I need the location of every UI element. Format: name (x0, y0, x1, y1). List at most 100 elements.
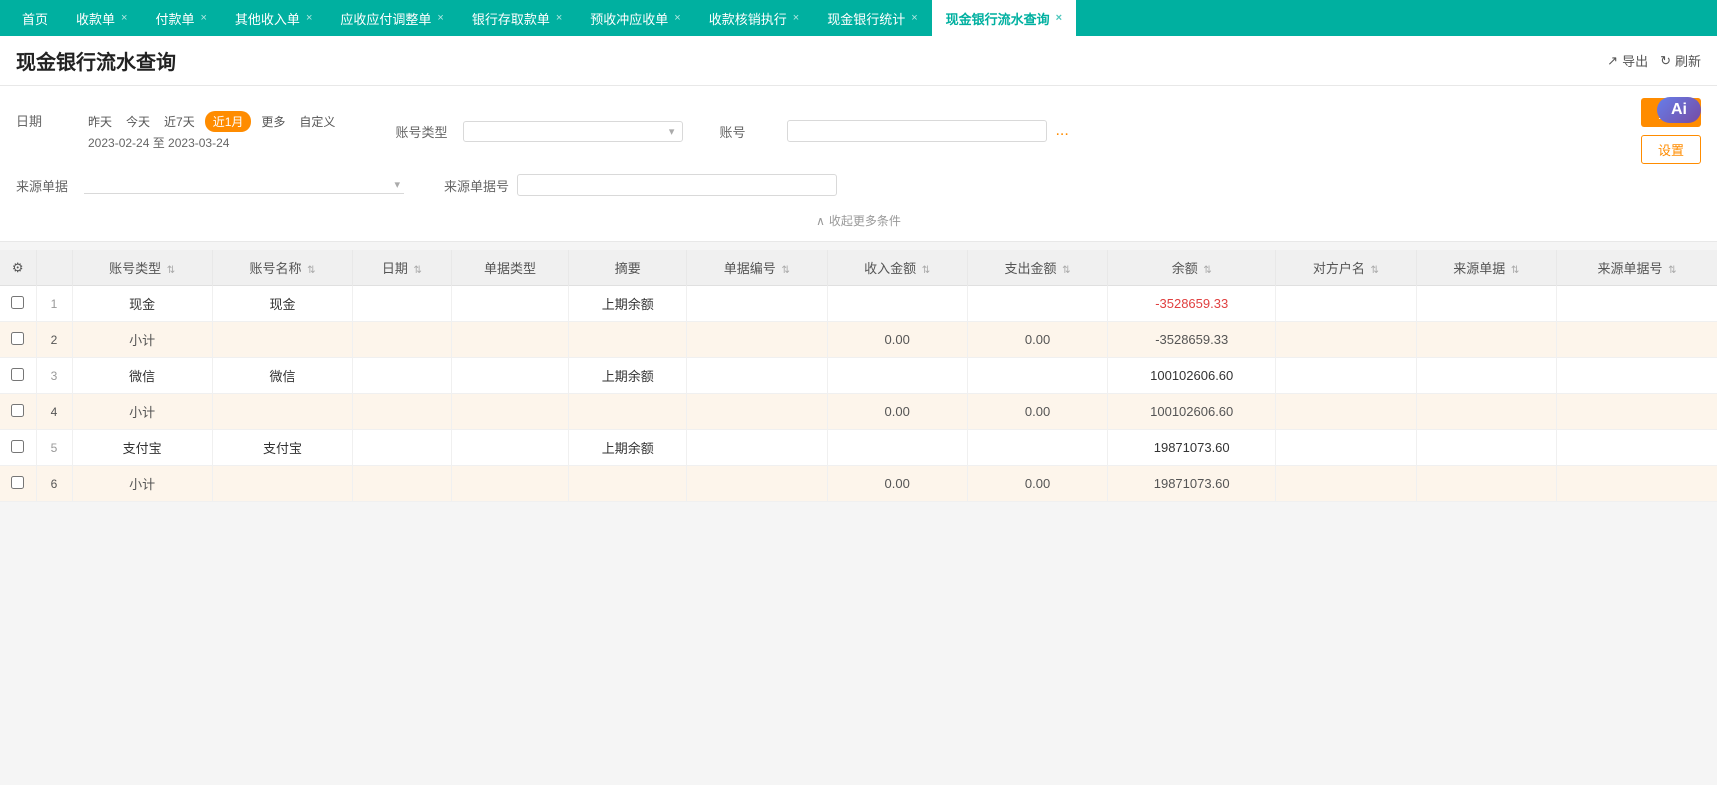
account-input[interactable] (787, 120, 1047, 142)
ai-badge[interactable]: Ai (1657, 97, 1701, 123)
sort-income[interactable]: ⇅ (922, 265, 930, 276)
cell-date (353, 394, 451, 430)
cell-doc-num (687, 286, 827, 322)
nav-item-3[interactable]: 其他收入单 × (221, 0, 326, 36)
nav-close-9[interactable]: × (1056, 12, 1062, 24)
date-btn-7days[interactable]: 近7天 (160, 111, 199, 132)
cell-checkbox[interactable] (0, 322, 36, 358)
nav-item-7[interactable]: 收款核销执行 × (695, 0, 813, 36)
nav-home[interactable]: 首页 (8, 0, 62, 36)
th-doc-num[interactable]: 单据编号 ⇅ (687, 250, 827, 286)
cell-doc-num (687, 430, 827, 466)
cell-num: 3 (36, 358, 72, 394)
cell-income: 0.00 (827, 394, 967, 430)
sort-source-doc-num[interactable]: ⇅ (1668, 265, 1676, 276)
cell-account-type: 小计 (72, 394, 212, 430)
source-doc-label: 来源单据 (16, 176, 76, 195)
nav-close-1[interactable]: × (121, 12, 127, 24)
table-row[interactable]: 1 现金 现金 上期余额 -3528659.33 (0, 286, 1717, 322)
data-table: ⚙ 账号类型 ⇅ 账号名称 ⇅ 日期 ⇅ 单据类型 摘要 (0, 250, 1717, 502)
cell-balance: -3528659.33 (1108, 322, 1276, 358)
source-doc-item: 来源单据 ▾ (16, 176, 404, 195)
cell-checkbox[interactable] (0, 286, 36, 322)
th-gear[interactable]: ⚙ (0, 250, 36, 286)
table-row[interactable]: 6 小计 0.00 0.00 19871073.60 (0, 466, 1717, 502)
th-account-type[interactable]: 账号类型 ⇅ (72, 250, 212, 286)
nav-close-8[interactable]: × (911, 12, 917, 24)
th-doc-type: 单据类型 (451, 250, 569, 286)
settings-button[interactable]: 设置 (1641, 135, 1701, 164)
nav-close-2[interactable]: × (200, 12, 206, 24)
th-balance[interactable]: 余额 ⇅ (1108, 250, 1276, 286)
nav-close-5[interactable]: × (556, 12, 562, 24)
nav-close-4[interactable]: × (437, 12, 443, 24)
source-doc-select[interactable]: ▾ (84, 176, 404, 194)
cell-source-doc-num (1556, 286, 1717, 322)
th-account-name[interactable]: 账号名称 ⇅ (212, 250, 352, 286)
cell-source-doc (1416, 322, 1556, 358)
sort-balance[interactable]: ⇅ (1203, 265, 1211, 276)
table-row[interactable]: 5 支付宝 支付宝 上期余额 19871073.60 (0, 430, 1717, 466)
sort-date[interactable]: ⇅ (414, 265, 422, 276)
cell-source-doc-num (1556, 322, 1717, 358)
date-label: 日期 (16, 111, 76, 130)
nav-item-5[interactable]: 银行存取款单 × (458, 0, 576, 36)
th-date[interactable]: 日期 ⇅ (353, 250, 451, 286)
sort-account-name[interactable]: ⇅ (307, 265, 315, 276)
sort-account-type[interactable]: ⇅ (167, 265, 175, 276)
th-source-doc[interactable]: 来源单据 ⇅ (1416, 250, 1556, 286)
refresh-button[interactable]: ↻ 刷新 (1660, 51, 1701, 70)
cell-checkbox[interactable] (0, 430, 36, 466)
table-row[interactable]: 3 微信 微信 上期余额 100102606.60 (0, 358, 1717, 394)
cell-income (827, 358, 967, 394)
th-expense[interactable]: 支出金额 ⇅ (967, 250, 1107, 286)
nav-item-2[interactable]: 付款单 × (141, 0, 220, 36)
table-row[interactable]: 4 小计 0.00 0.00 100102606.60 (0, 394, 1717, 430)
cell-checkbox[interactable] (0, 358, 36, 394)
date-btn-1month[interactable]: 近1月 (205, 111, 252, 132)
cell-balance: 19871073.60 (1108, 430, 1276, 466)
nav-item-6[interactable]: 预收冲应收单 × (576, 0, 694, 36)
filter-area: 日期 昨天 今天 近7天 近1月 更多 自定义 2023-02-24 至 202… (0, 86, 1717, 242)
th-source-doc-num[interactable]: 来源单据号 ⇅ (1556, 250, 1717, 286)
nav-item-1[interactable]: 收款单 × (62, 0, 141, 36)
cell-date (353, 286, 451, 322)
nav-close-6[interactable]: × (674, 12, 680, 24)
export-button[interactable]: ↗ 导出 (1607, 51, 1648, 70)
filter-row-2: 来源单据 ▾ 来源单据号 (16, 174, 1701, 196)
cell-date (353, 358, 451, 394)
date-btn-today[interactable]: 今天 (122, 111, 154, 132)
nav-item-9[interactable]: 现金银行流水查询 × (932, 0, 1076, 36)
cell-source-doc (1416, 358, 1556, 394)
nav-close-7[interactable]: × (793, 12, 799, 24)
sort-doc-num[interactable]: ⇅ (781, 265, 789, 276)
account-dots-button[interactable]: ... (1055, 122, 1068, 140)
nav-item-4[interactable]: 应收应付调整单 × (326, 0, 457, 36)
cell-account-type: 微信 (72, 358, 212, 394)
source-doc-num-label: 来源单据号 (444, 176, 509, 195)
cell-checkbox[interactable] (0, 394, 36, 430)
source-doc-num-input[interactable] (517, 174, 837, 196)
th-income[interactable]: 收入金额 ⇅ (827, 250, 967, 286)
cell-source-doc-num (1556, 430, 1717, 466)
cell-summary (569, 394, 687, 430)
nav-item-8[interactable]: 现金银行统计 × (813, 0, 931, 36)
sort-expense[interactable]: ⇅ (1062, 265, 1070, 276)
date-btn-yesterday[interactable]: 昨天 (84, 111, 116, 132)
account-type-select[interactable]: ▾ (463, 121, 683, 142)
cell-checkbox[interactable] (0, 466, 36, 502)
date-btn-more[interactable]: 更多 (257, 111, 289, 132)
sort-source-doc[interactable]: ⇅ (1511, 265, 1519, 276)
collapse-bar[interactable]: ∧ 收起更多条件 (16, 206, 1701, 233)
cell-expense: 0.00 (967, 394, 1107, 430)
sort-counterpart[interactable]: ⇅ (1370, 265, 1378, 276)
cell-balance: 19871073.60 (1108, 466, 1276, 502)
cell-counterpart (1276, 430, 1416, 466)
nav-close-3[interactable]: × (306, 12, 312, 24)
cell-expense (967, 430, 1107, 466)
th-counterpart[interactable]: 对方户名 ⇅ (1276, 250, 1416, 286)
cell-num: 1 (36, 286, 72, 322)
table-row[interactable]: 2 小计 0.00 0.00 -3528659.33 (0, 322, 1717, 358)
cell-source-doc-num (1556, 466, 1717, 502)
date-btn-custom[interactable]: 自定义 (295, 111, 339, 132)
